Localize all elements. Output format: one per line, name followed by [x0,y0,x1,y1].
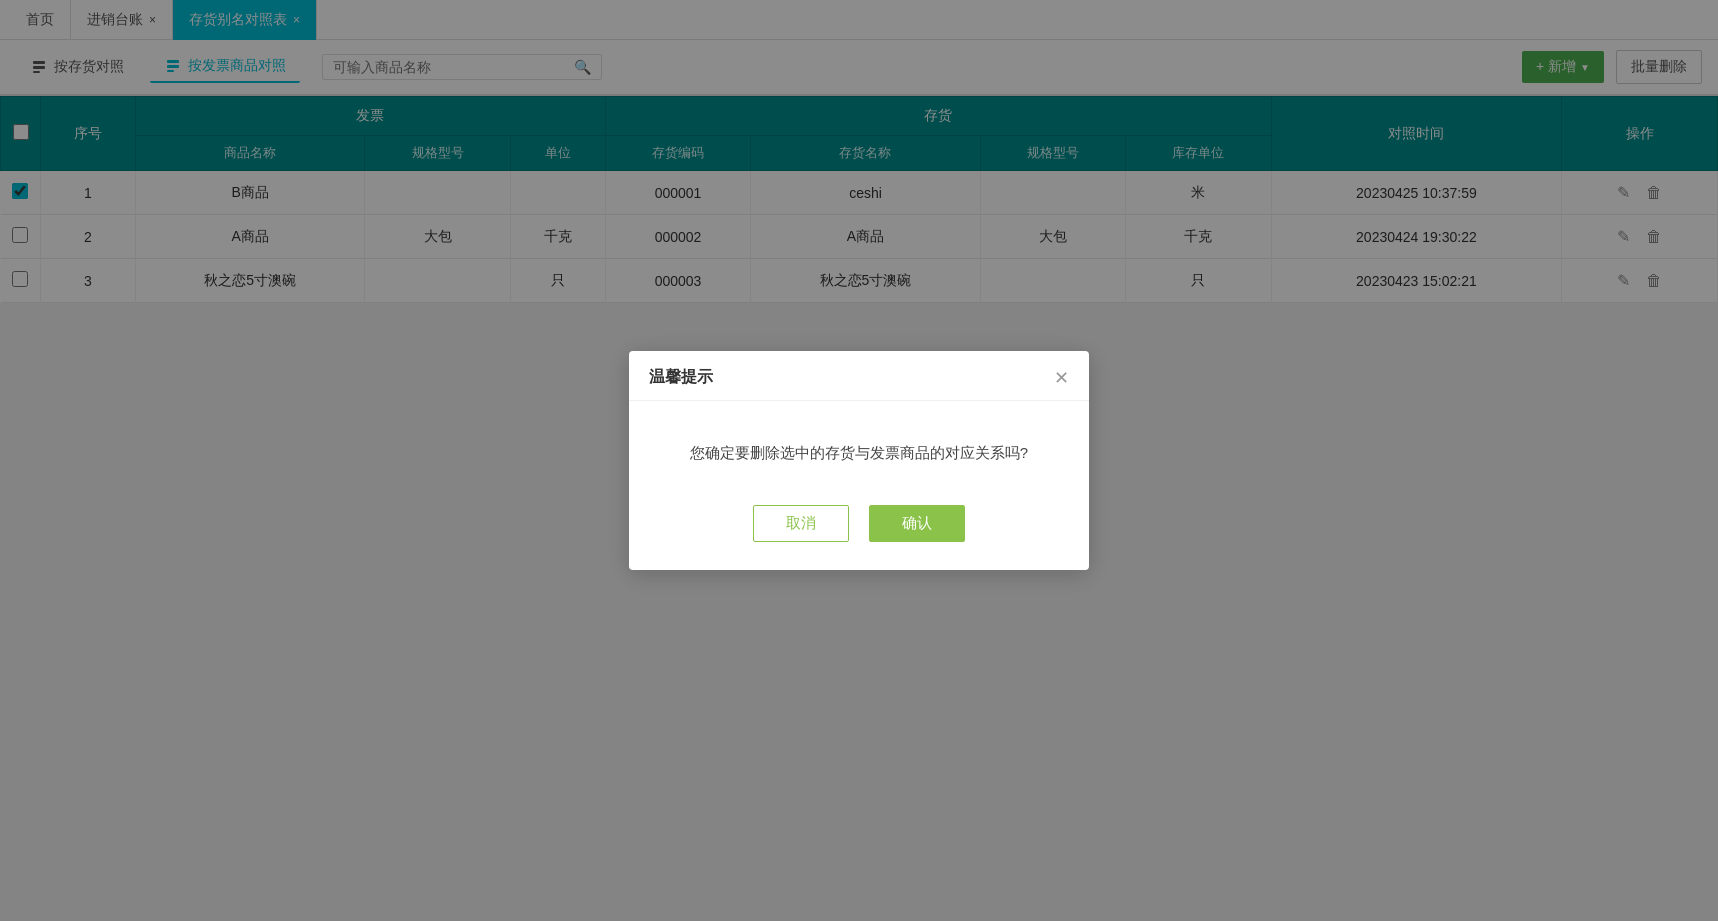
dialog-overlay: 温馨提示 ✕ 您确定要删除选中的存货与发票商品的对应关系吗? 取消 确认 [0,0,1718,303]
